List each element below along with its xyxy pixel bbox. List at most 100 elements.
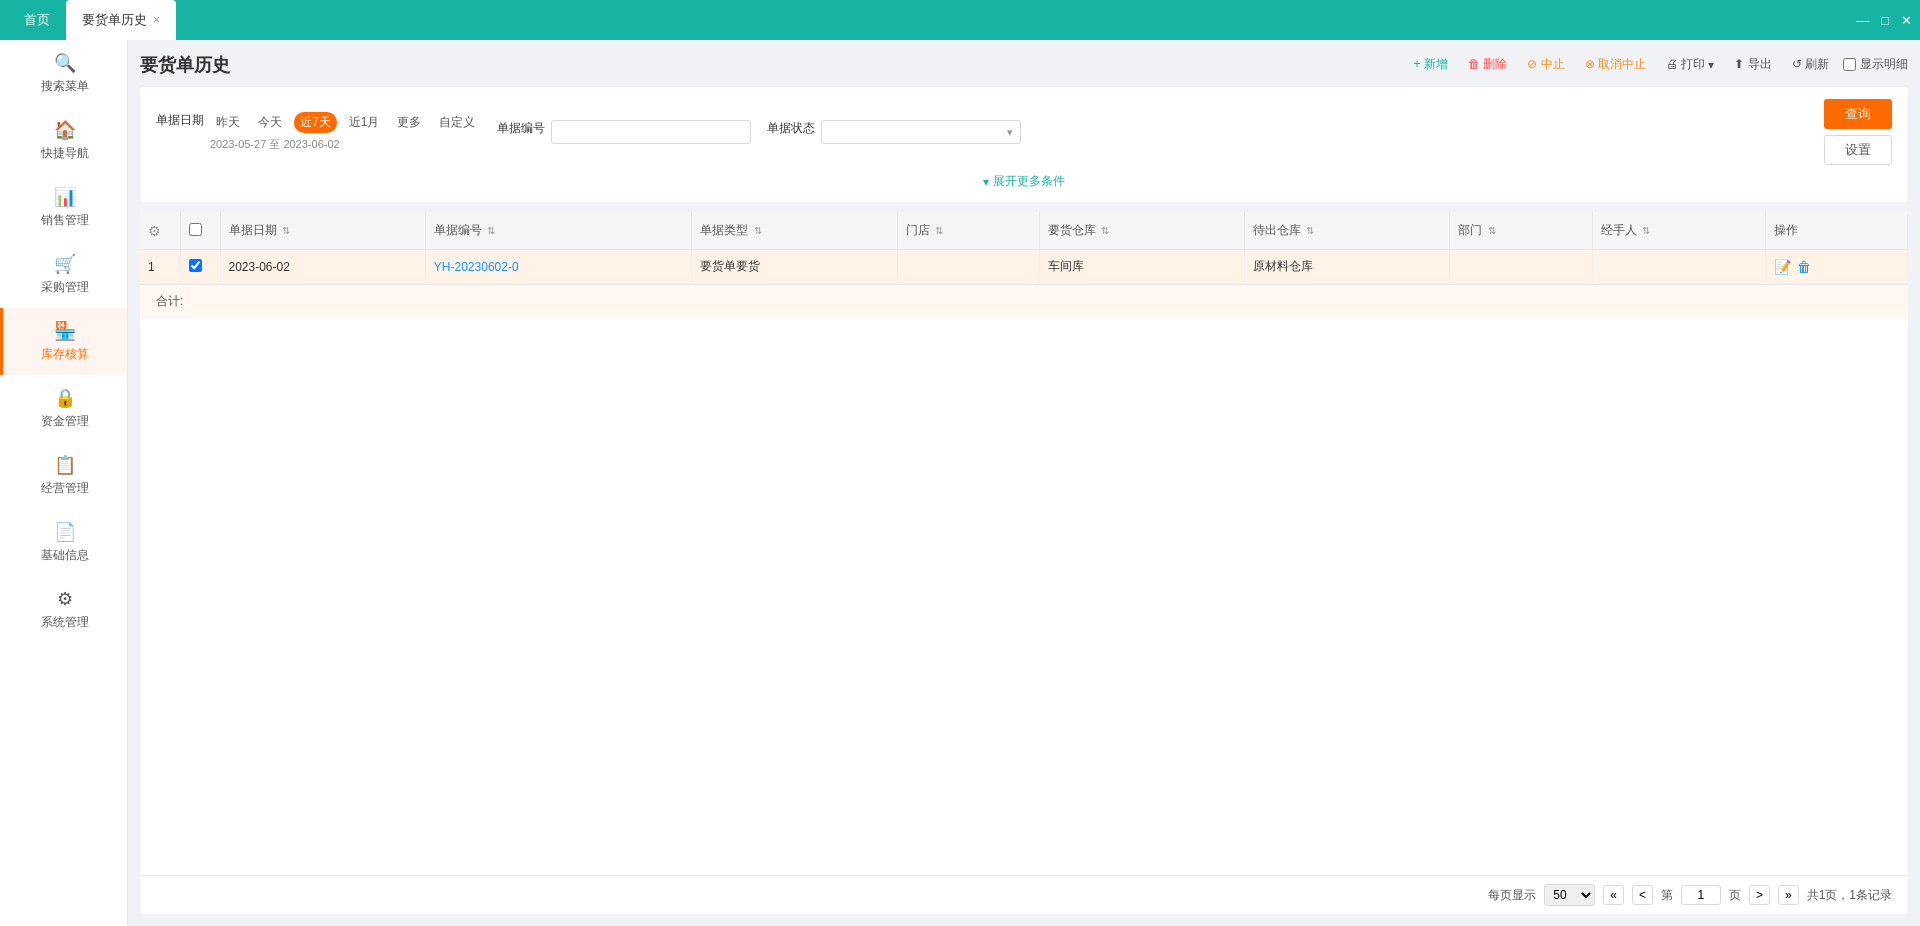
expand-more-btn[interactable]: ▾ 展开更多条件 [156,173,1892,190]
settings-button[interactable]: 设置 [1824,135,1892,165]
add-button[interactable]: + 新增 [1408,52,1454,77]
sort-icon-doc-number[interactable]: ⇅ [487,225,495,236]
col-handler-label: 经手人 [1601,223,1637,237]
op-delete-icon[interactable]: 🗑 [1797,259,1811,275]
close-icon[interactable]: ✕ [1901,13,1912,28]
cell-doc-type: 要货单要货 [692,250,897,284]
cell-doc-date: 2023-06-02 [220,250,425,284]
sidebar-item-search-menu[interactable]: 🔍 搜索菜单 [0,40,127,107]
sort-icon-req-warehouse[interactable]: ⇅ [1101,225,1109,236]
date-btn-1month[interactable]: 近1月 [343,112,386,133]
col-operations-label: 操作 [1774,223,1798,237]
sort-icon-doc-type[interactable]: ⇅ [754,225,762,236]
print-label: 🖨 打印 [1666,56,1705,73]
stop-button[interactable]: ⊘ 中止 [1521,52,1570,77]
tab-requisition-history-label: 要货单历史 [82,11,147,29]
cancel-stop-button[interactable]: ⊗ 取消中止 [1579,52,1652,77]
minimize-icon[interactable]: — [1856,13,1869,28]
sidebar-item-purchase-mgmt[interactable]: 🛒 采购管理 [0,241,127,308]
col-doc-type: 单据类型 ⇅ [692,212,897,250]
col-settings: ⚙ [140,212,180,250]
sidebar-item-finance[interactable]: 🔒 资金管理 [0,375,127,442]
display-detail-checkbox[interactable]: 显示明细 [1843,56,1908,73]
sidebar-item-inventory[interactable]: 🏪 库存核算 [0,308,127,375]
date-filter-label: 单据日期 [156,112,204,129]
query-button[interactable]: 查询 [1824,99,1892,129]
date-btn-yesterday[interactable]: 昨天 [210,112,246,133]
sidebar-item-purchase-label: 采购管理 [41,279,89,296]
basic-info-icon: 📄 [54,521,76,543]
pagination-bar: 每页显示 50 20 100 « < 第 页 > » 共1页，1条记录 [140,875,1908,914]
row-checkbox[interactable] [189,259,202,272]
col-pending-warehouse: 待出仓库 ⇅ [1245,212,1450,250]
sidebar-item-basic-info[interactable]: 📄 基础信息 [0,509,127,576]
date-btn-today[interactable]: 今天 [252,112,288,133]
table-body: 1 2023-06-02 YH-20230602-0 要货单要货 [140,250,1908,284]
table-row: 1 2023-06-02 YH-20230602-0 要货单要货 [140,250,1908,284]
quick-nav-icon: 🏠 [54,119,76,141]
go-to-label: 第 [1661,887,1673,904]
select-all-checkbox[interactable] [189,223,202,236]
table-settings-icon[interactable]: ⚙ [148,223,161,239]
purchase-icon: 🛒 [54,253,76,275]
sort-icon-store[interactable]: ⇅ [935,225,943,236]
row-doc-number-link[interactable]: YH-20230602-0 [434,260,519,274]
cell-req-warehouse: 车间库 [1039,250,1244,284]
print-dropdown-icon[interactable]: ▾ [1708,58,1714,72]
date-range-display: 2023-05-27 至 2023-06-02 [210,137,481,152]
table-header: ⚙ 单据日期 ⇅ 单据编号 ⇅ [140,212,1908,250]
add-label: + 新增 [1414,56,1448,73]
sidebar-item-sales-mgmt[interactable]: 📊 销售管理 [0,174,127,241]
display-detail-input[interactable] [1843,58,1856,71]
prev-page-btn[interactable]: < [1632,885,1653,905]
first-page-btn[interactable]: « [1603,885,1624,905]
next-page-btn[interactable]: > [1749,885,1770,905]
row-doc-type: 要货单要货 [700,259,760,273]
doc-number-input[interactable] [551,120,751,144]
date-btn-7days[interactable]: 近7天 [294,112,337,133]
col-doc-date: 单据日期 ⇅ [220,212,425,250]
sidebar-item-sales-label: 销售管理 [41,212,89,229]
op-icons: 📝 🗑 [1774,259,1899,275]
delete-button[interactable]: 🗑 删除 [1462,52,1513,77]
sidebar-item-search-menu-label: 搜索菜单 [41,78,89,95]
op-edit-icon[interactable]: 📝 [1774,259,1791,275]
col-department: 部门 ⇅ [1450,212,1592,250]
sidebar-item-system[interactable]: ⚙ 系统管理 [0,576,127,643]
sidebar-item-operations[interactable]: 📋 经营管理 [0,442,127,509]
status-select[interactable] [821,120,1021,144]
sort-icon-doc-date[interactable]: ⇅ [282,225,290,236]
sidebar-item-finance-label: 资金管理 [41,413,89,430]
page-title: 要货单历史 [140,53,230,77]
inventory-icon: 🏪 [54,320,76,342]
tab-close-icon[interactable]: × [153,13,160,27]
page-input[interactable] [1681,885,1721,905]
last-page-btn[interactable]: » [1778,885,1799,905]
col-doc-number-label: 单据编号 [434,223,482,237]
sort-icon-department[interactable]: ⇅ [1488,225,1496,236]
print-button[interactable]: 🖨 打印 ▾ [1660,52,1720,77]
export-button[interactable]: ⬆ 导出 [1728,52,1777,77]
sort-icon-pending-warehouse[interactable]: ⇅ [1306,225,1314,236]
refresh-button[interactable]: ↺ 刷新 [1786,52,1835,77]
date-btn-more[interactable]: 更多 [391,112,427,133]
sidebar-item-quick-nav[interactable]: 🏠 快捷导航 [0,107,127,174]
doc-number-label: 单据编号 [497,120,545,137]
tab-requisition-history[interactable]: 要货单历史 × [66,0,176,40]
date-btn-custom[interactable]: 自定义 [433,112,481,133]
stop-label: ⊘ 中止 [1527,56,1564,73]
sort-icon-handler[interactable]: ⇅ [1642,225,1650,236]
maximize-icon[interactable]: □ [1881,13,1889,28]
delete-label: 🗑 删除 [1468,56,1507,73]
sidebar-item-system-label: 系统管理 [41,614,89,631]
status-filter-group: 单据状态 [767,120,1021,144]
display-detail-label: 显示明细 [1860,56,1908,73]
row-index: 1 [148,260,155,274]
toolbar: + 新增 🗑 删除 ⊘ 中止 ⊗ 取消中止 🖨 打印 ▾ ⬆ 导出 [1408,52,1908,77]
cell-index: 1 [140,250,180,284]
action-buttons: 查询 设置 [1824,99,1892,165]
tab-home[interactable]: 首页 [8,0,66,40]
page-size-select[interactable]: 50 20 100 [1544,884,1595,906]
cell-doc-number: YH-20230602-0 [425,250,692,284]
content-area: 要货单历史 + 新增 🗑 删除 ⊘ 中止 ⊗ 取消中止 🖨 打印 ▾ [128,40,1920,926]
